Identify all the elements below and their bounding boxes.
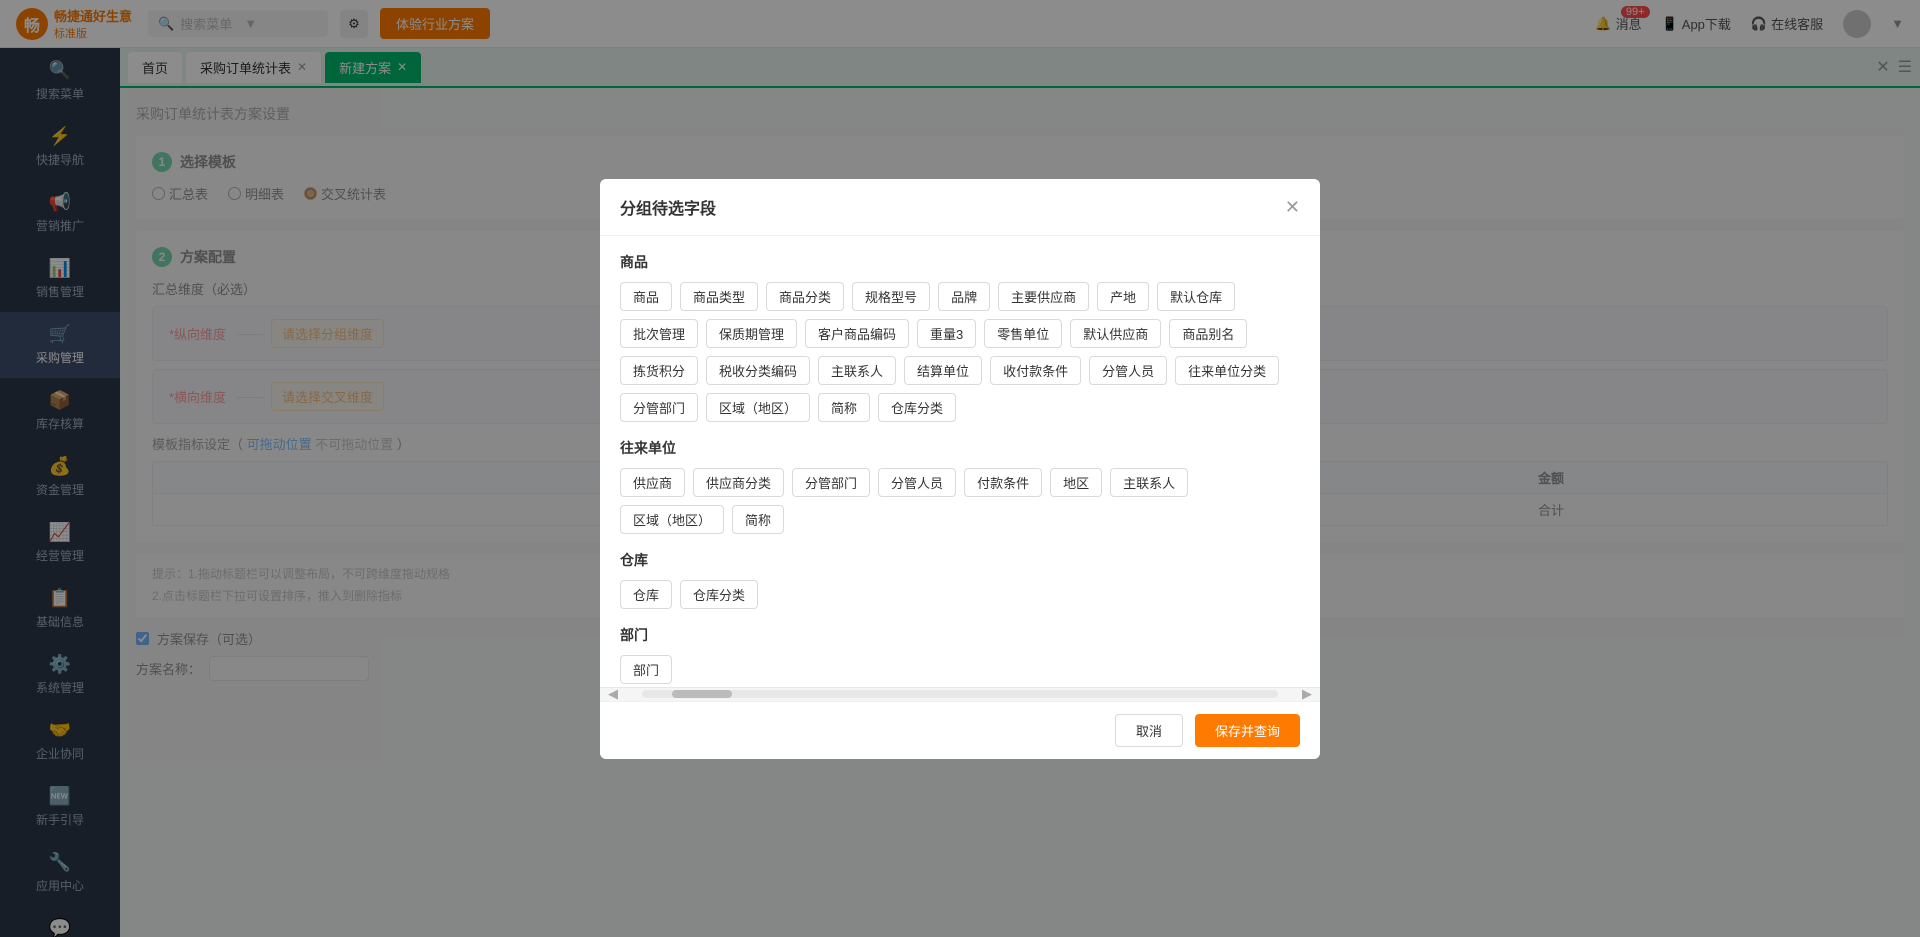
field-group-counterpart-title: 往来单位 bbox=[620, 438, 1300, 458]
field-tag[interactable]: 部门 bbox=[620, 655, 672, 684]
field-group-department: 部门 部门 bbox=[620, 625, 1300, 684]
modal-overlay: 分组待选字段 ✕ 商品 商品 商品类型 商品分类 规格型号 品牌 主要供应商 产… bbox=[0, 0, 1920, 937]
modal-title: 分组待选字段 bbox=[620, 195, 716, 219]
field-tag[interactable]: 规格型号 bbox=[852, 282, 930, 311]
field-tag[interactable]: 供应商 bbox=[620, 468, 685, 497]
field-tag[interactable]: 地区 bbox=[1050, 468, 1102, 497]
field-tag[interactable]: 仓库 bbox=[620, 580, 672, 609]
field-group-product: 商品 商品 商品类型 商品分类 规格型号 品牌 主要供应商 产地 默认仓库 批次… bbox=[620, 252, 1300, 422]
field-tag[interactable]: 结算单位 bbox=[904, 356, 982, 385]
field-tag[interactable]: 零售单位 bbox=[984, 319, 1062, 348]
field-tags-department: 部门 bbox=[620, 655, 1300, 684]
field-tag[interactable]: 重量3 bbox=[917, 319, 976, 348]
field-tag[interactable]: 商品别名 bbox=[1169, 319, 1247, 348]
scroll-track bbox=[642, 690, 1278, 698]
modal-confirm-button[interactable]: 保存并查询 bbox=[1195, 714, 1300, 747]
field-tag[interactable]: 区域（地区） bbox=[706, 393, 810, 422]
modal-horizontal-scrollbar[interactable]: ◀ ▶ bbox=[600, 687, 1320, 701]
field-tag[interactable]: 商品 bbox=[620, 282, 672, 311]
field-tag[interactable]: 默认供应商 bbox=[1070, 319, 1161, 348]
field-tags-product: 商品 商品类型 商品分类 规格型号 品牌 主要供应商 产地 默认仓库 批次管理 … bbox=[620, 282, 1300, 422]
field-tag[interactable]: 品牌 bbox=[938, 282, 990, 311]
field-tag[interactable]: 主联系人 bbox=[818, 356, 896, 385]
field-tag[interactable]: 仓库分类 bbox=[878, 393, 956, 422]
field-tag[interactable]: 商品类型 bbox=[680, 282, 758, 311]
modal: 分组待选字段 ✕ 商品 商品 商品类型 商品分类 规格型号 品牌 主要供应商 产… bbox=[600, 179, 1320, 759]
field-group-warehouse: 仓库 仓库 仓库分类 bbox=[620, 550, 1300, 609]
modal-footer: 取消 保存并查询 bbox=[600, 701, 1320, 759]
modal-header: 分组待选字段 ✕ bbox=[600, 179, 1320, 236]
field-group-counterpart: 往来单位 供应商 供应商分类 分管部门 分管人员 付款条件 地区 主联系人 区域… bbox=[620, 438, 1300, 534]
modal-cancel-button[interactable]: 取消 bbox=[1115, 714, 1183, 747]
field-tags-counterpart: 供应商 供应商分类 分管部门 分管人员 付款条件 地区 主联系人 区域（地区） … bbox=[620, 468, 1300, 534]
field-tag[interactable]: 收付款条件 bbox=[990, 356, 1081, 385]
field-tag[interactable]: 分管部门 bbox=[620, 393, 698, 422]
field-tag[interactable]: 产地 bbox=[1097, 282, 1149, 311]
field-tag[interactable]: 简称 bbox=[732, 505, 784, 534]
scroll-thumb bbox=[672, 690, 732, 698]
field-tag[interactable]: 商品分类 bbox=[766, 282, 844, 311]
field-tags-warehouse: 仓库 仓库分类 bbox=[620, 580, 1300, 609]
modal-close-button[interactable]: ✕ bbox=[1285, 198, 1300, 216]
field-tag[interactable]: 付款条件 bbox=[964, 468, 1042, 497]
field-tag[interactable]: 分管人员 bbox=[878, 468, 956, 497]
field-group-product-title: 商品 bbox=[620, 252, 1300, 272]
field-tag[interactable]: 批次管理 bbox=[620, 319, 698, 348]
field-tag[interactable]: 主要供应商 bbox=[998, 282, 1089, 311]
field-tag[interactable]: 拣货积分 bbox=[620, 356, 698, 385]
field-tag[interactable]: 保质期管理 bbox=[706, 319, 797, 348]
field-tag[interactable]: 往来单位分类 bbox=[1175, 356, 1279, 385]
field-tag[interactable]: 分管部门 bbox=[792, 468, 870, 497]
field-group-warehouse-title: 仓库 bbox=[620, 550, 1300, 570]
field-tag[interactable]: 客户商品编码 bbox=[805, 319, 909, 348]
field-tag[interactable]: 简称 bbox=[818, 393, 870, 422]
modal-body: 商品 商品 商品类型 商品分类 规格型号 品牌 主要供应商 产地 默认仓库 批次… bbox=[600, 236, 1320, 687]
field-tag[interactable]: 主联系人 bbox=[1110, 468, 1188, 497]
field-tag[interactable]: 区域（地区） bbox=[620, 505, 724, 534]
field-tag[interactable]: 仓库分类 bbox=[680, 580, 758, 609]
field-tag[interactable]: 分管人员 bbox=[1089, 356, 1167, 385]
field-tag[interactable]: 供应商分类 bbox=[693, 468, 784, 497]
field-group-department-title: 部门 bbox=[620, 625, 1300, 645]
field-tag[interactable]: 默认仓库 bbox=[1157, 282, 1235, 311]
field-tag[interactable]: 税收分类编码 bbox=[706, 356, 810, 385]
